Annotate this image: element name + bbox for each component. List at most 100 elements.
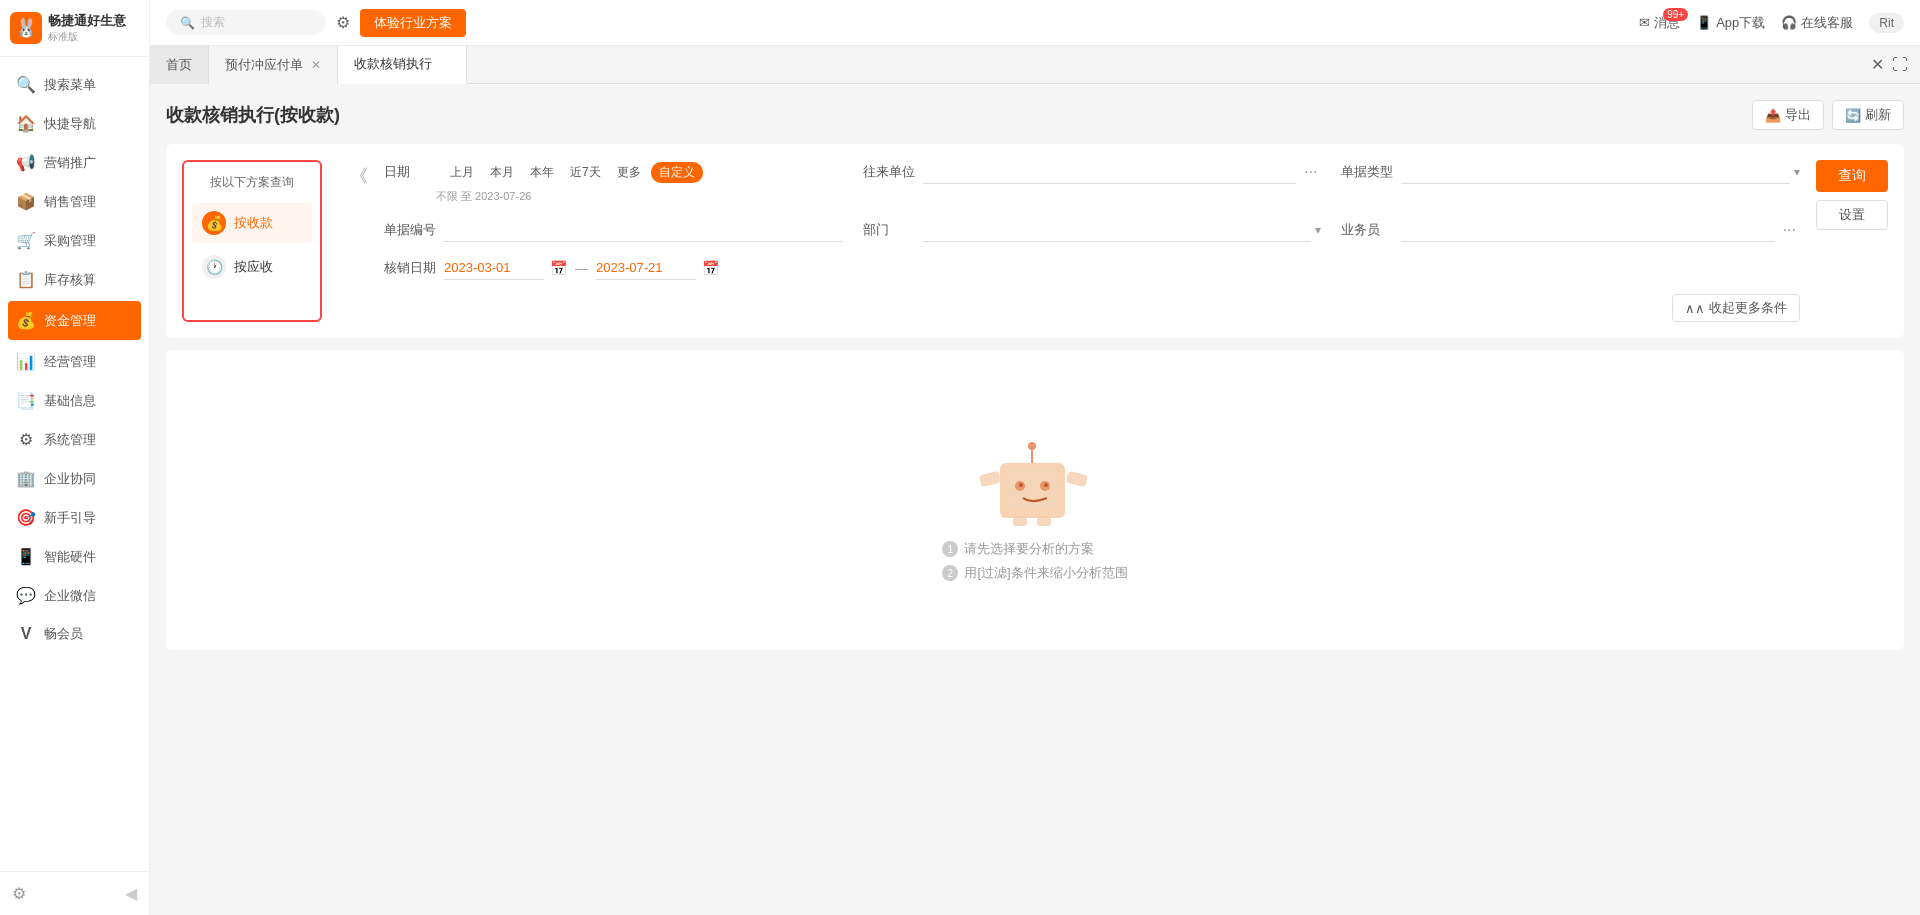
app-download-btn[interactable]: 📱 App下载 <box>1696 14 1765 32</box>
sidebar: 🐰 畅捷通好生意 标准版 🔍 搜索菜单 🏠 快捷导航 📢 营销推广 📦 销售管理… <box>0 0 150 915</box>
partner-dots-btn[interactable]: ··· <box>1300 163 1321 181</box>
sales-icon: 📦 <box>16 192 36 211</box>
sidebar-item-inventory[interactable]: 📋 库存核算 <box>0 260 149 299</box>
sidebar-item-purchase[interactable]: 🛒 采购管理 <box>0 221 149 260</box>
dept-value: ▾ <box>923 218 1322 242</box>
date-hint: 不限 至 2023-07-26 <box>436 190 531 202</box>
writeoff-date-from-input[interactable] <box>444 256 544 280</box>
doc-no-label: 单据编号 <box>384 221 436 239</box>
sidebar-item-marketing[interactable]: 📢 营销推广 <box>0 143 149 182</box>
app-name: 畅捷通好生意 <box>48 13 126 30</box>
step-num-1: 1 <box>942 541 958 557</box>
user-avatar[interactable]: Rit <box>1869 13 1904 33</box>
empty-step-2: 2 用[过滤]条件来缩小分析范围 <box>942 564 1127 582</box>
sidebar-item-label: 销售管理 <box>44 193 96 211</box>
top-bar-left: 🔍 搜索 ⚙ 体验行业方案 <box>166 9 1623 37</box>
writeoff-date-from-group: 📅 <box>444 256 567 280</box>
empty-step-2-text: 用[过滤]条件来缩小分析范围 <box>964 564 1127 582</box>
sidebar-item-label: 资金管理 <box>44 312 96 330</box>
date-tab-last-7days[interactable]: 近7天 <box>564 162 607 183</box>
doc-no-input[interactable] <box>444 218 843 242</box>
sidebar-item-enterprise[interactable]: 🏢 企业协同 <box>0 459 149 498</box>
page-header: 收款核销执行(按收款) 📤 导出 🔄 刷新 <box>166 100 1904 130</box>
tab-close-all-btn[interactable]: ✕ <box>1871 55 1884 74</box>
page-title: 收款核销执行(按收款) <box>166 103 340 127</box>
tab-close-advance[interactable]: ✕ <box>311 58 321 72</box>
sidebar-item-basic-info[interactable]: 📑 基础信息 <box>0 381 149 420</box>
sidebar-item-wechat[interactable]: 💬 企业微信 <box>0 576 149 615</box>
partner-input[interactable] <box>923 160 1296 184</box>
empty-illustration <box>975 418 1095 528</box>
dept-filter-row: 部门 ▾ <box>863 218 1322 242</box>
sidebar-item-sales[interactable]: 📦 销售管理 <box>0 182 149 221</box>
staff-input[interactable] <box>1401 218 1774 242</box>
top-bar: 🔍 搜索 ⚙ 体验行业方案 ✉ 消息 99+ 📱 App下载 🎧 在线客服 Ri… <box>150 0 1920 46</box>
finance-icon: 💰 <box>16 311 36 330</box>
sidebar-item-quick-nav[interactable]: 🏠 快捷导航 <box>0 104 149 143</box>
writeoff-date-to-input[interactable] <box>596 256 696 280</box>
sidebar-item-finance[interactable]: 💰 资金管理 <box>8 301 141 340</box>
writeoff-date-to-group: 📅 <box>596 256 719 280</box>
filter-collapse-btn[interactable]: 《 <box>342 160 376 322</box>
sidebar-item-hardware[interactable]: 📱 智能硬件 <box>0 537 149 576</box>
tab-bar: 首页 预付冲应付单 ✕ 收款核销执行 ✕ ✕ ⛶ <box>150 46 1920 84</box>
svg-point-5 <box>1044 483 1048 487</box>
hardware-icon: 📱 <box>16 547 36 566</box>
doc-type-select[interactable] <box>1401 160 1790 184</box>
partner-value: ··· <box>923 160 1322 184</box>
search-bar[interactable]: 🔍 搜索 <box>166 10 326 35</box>
message-btn[interactable]: ✉ 消息 99+ <box>1639 14 1680 32</box>
date-tab-last-month[interactable]: 上月 <box>444 162 480 183</box>
inventory-icon: 📋 <box>16 270 36 289</box>
operations-icon: 📊 <box>16 352 36 371</box>
date-tab-more[interactable]: 更多 <box>611 162 647 183</box>
calendar-from-icon[interactable]: 📅 <box>550 260 567 276</box>
industry-btn[interactable]: 体验行业方案 <box>360 9 466 37</box>
settings-btn[interactable]: 设置 <box>1816 200 1888 230</box>
system-icon: ⚙ <box>16 430 36 449</box>
date-tab-custom[interactable]: 自定义 <box>651 162 703 183</box>
search-icon: 🔍 <box>16 75 36 94</box>
calendar-to-icon[interactable]: 📅 <box>702 260 719 276</box>
collapse-more-btn[interactable]: ∧∧ 收起更多条件 <box>1672 294 1800 322</box>
doc-no-value <box>444 218 843 242</box>
date-tab-this-month[interactable]: 本月 <box>484 162 520 183</box>
query-btn[interactable]: 查询 <box>1816 160 1888 192</box>
sidebar-item-system[interactable]: ⚙ 系统管理 <box>0 420 149 459</box>
sidebar-item-label: 经营管理 <box>44 353 96 371</box>
tab-advance-payment[interactable]: 预付冲应付单 ✕ <box>209 46 338 84</box>
message-icon: ✉ <box>1639 15 1650 30</box>
receipt-writeoff-tab-label: 收款核销执行 <box>354 55 432 73</box>
gear-button[interactable]: ⚙ <box>336 13 350 32</box>
sidebar-item-vip[interactable]: V 畅会员 <box>0 615 149 653</box>
date-hint-row: 不限 至 2023-07-26 <box>384 188 1800 204</box>
tab-receipt-writeoff[interactable]: 收款核销执行 ✕ <box>338 46 467 84</box>
sidebar-settings-icon[interactable]: ⚙ <box>12 884 26 903</box>
staff-dots-btn[interactable]: ··· <box>1779 221 1800 239</box>
date-tab-this-year[interactable]: 本年 <box>524 162 560 183</box>
refresh-btn[interactable]: 🔄 刷新 <box>1832 100 1904 130</box>
export-btn[interactable]: 📤 导出 <box>1752 100 1824 130</box>
sidebar-collapse-icon[interactable]: ◀ <box>125 884 137 903</box>
sidebar-item-label: 畅会员 <box>44 625 83 643</box>
tab-home[interactable]: 首页 <box>150 46 209 84</box>
sidebar-nav: 🔍 搜索菜单 🏠 快捷导航 📢 营销推广 📦 销售管理 🛒 采购管理 📋 库存核… <box>0 57 149 871</box>
online-service-btn[interactable]: 🎧 在线客服 <box>1781 14 1853 32</box>
logo-area: 🐰 畅捷通好生意 标准版 <box>0 0 149 57</box>
tab-close-receipt[interactable]: ✕ <box>440 57 450 71</box>
filter-row-2: 单据编号 部门 ▾ <box>384 218 1800 242</box>
by-receivable-icon: 🕐 <box>202 255 226 279</box>
tab-expand-btn[interactable]: ⛶ <box>1892 56 1908 74</box>
sidebar-item-search[interactable]: 🔍 搜索菜单 <box>0 65 149 104</box>
filter-option-by-receipt[interactable]: 💰 按收款 <box>192 203 312 243</box>
logo-icon: 🐰 <box>10 12 42 44</box>
filter-option-by-receivable[interactable]: 🕐 按应收 <box>192 247 312 287</box>
dept-select[interactable] <box>923 218 1312 242</box>
sidebar-item-operations[interactable]: 📊 经营管理 <box>0 342 149 381</box>
sidebar-item-guide[interactable]: 🎯 新手引导 <box>0 498 149 537</box>
doc-type-label: 单据类型 <box>1341 163 1393 181</box>
service-icon: 🎧 <box>1781 15 1797 30</box>
sidebar-item-label: 营销推广 <box>44 154 96 172</box>
doc-type-chevron-icon: ▾ <box>1794 165 1800 179</box>
staff-label: 业务员 <box>1341 221 1393 239</box>
